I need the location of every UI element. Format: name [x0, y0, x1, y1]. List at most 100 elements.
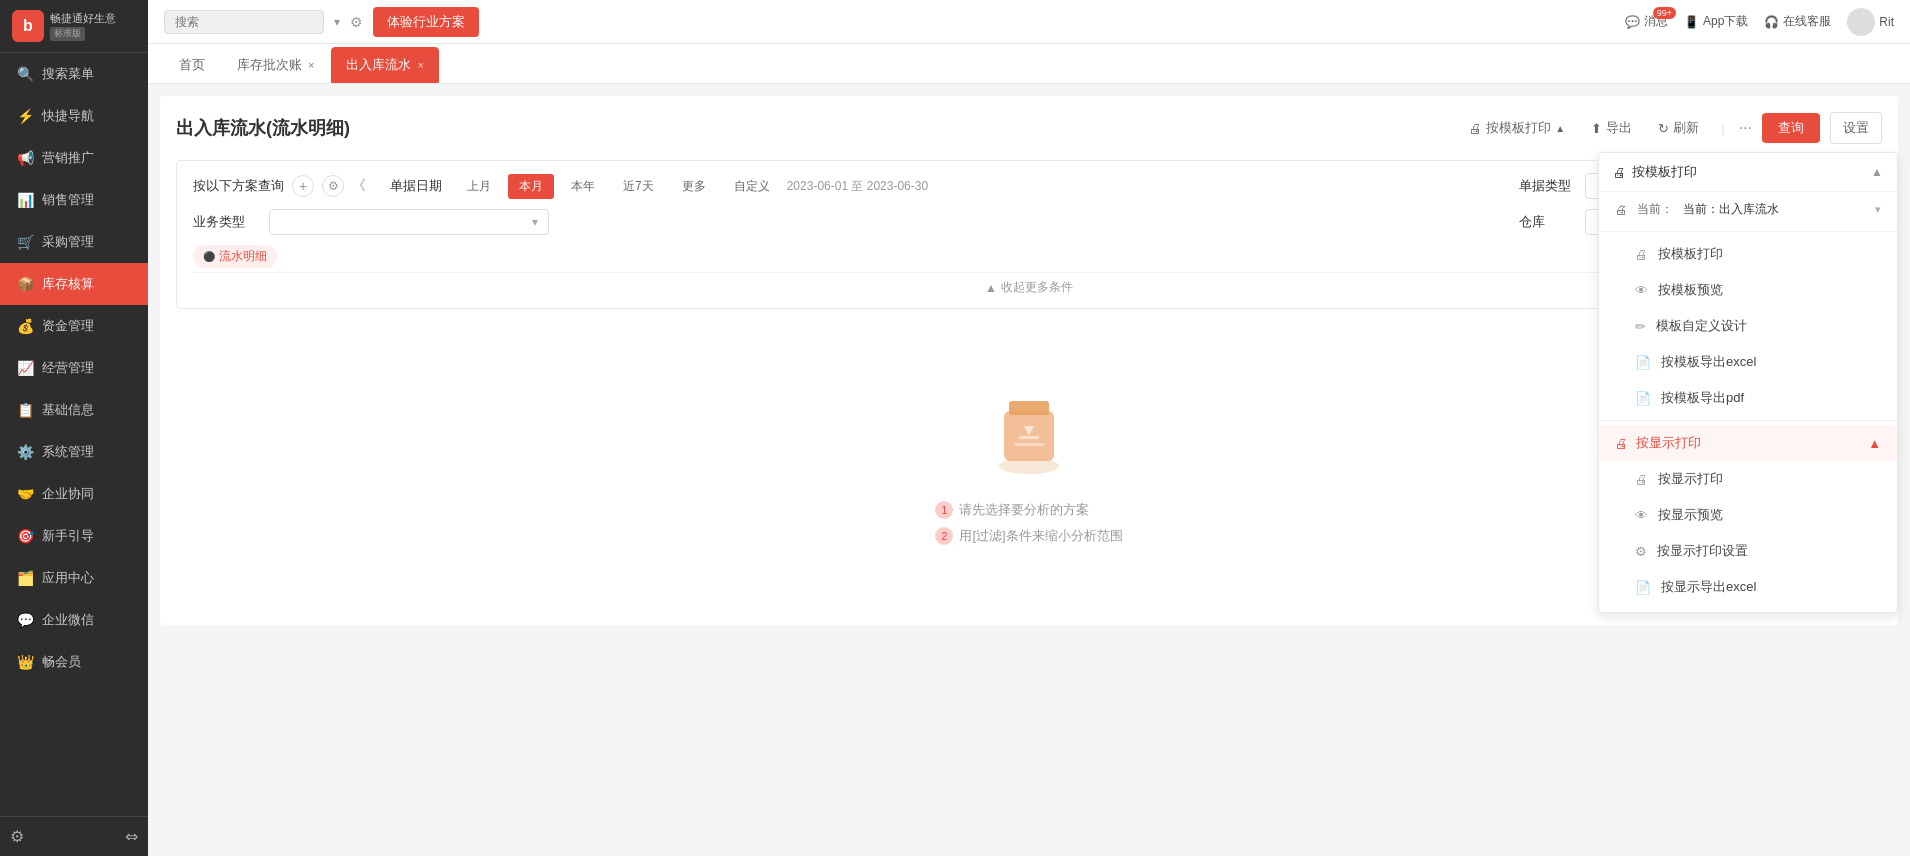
app-download-btn[interactable]: 📱 App下载 — [1684, 13, 1748, 30]
tab-close-flow[interactable]: × — [417, 59, 423, 71]
date-range: 2023-06-01 至 2023-06-30 — [787, 178, 928, 195]
sidebar-icon-purchase: 🛒 — [16, 233, 34, 251]
sidebar-label-inventory: 库存核算 — [42, 275, 94, 293]
sidebar-item-operation[interactable]: 📈 经营管理 — [0, 347, 148, 389]
date-tag-近7天[interactable]: 近7天 — [612, 174, 665, 199]
sub-filter-tag[interactable]: ⚫ 流水明细 — [193, 245, 277, 268]
filter-config-btn[interactable]: ⚙ — [322, 175, 344, 197]
sidebar-icon-basic: 📋 — [16, 401, 34, 419]
app-download-icon: 📱 — [1684, 15, 1699, 29]
empty-icon — [979, 381, 1079, 481]
tab-batch[interactable]: 库存批次账 × — [222, 47, 329, 83]
tab-flow[interactable]: 出入库流水× — [331, 47, 438, 83]
display-print-section-icon: 🖨 — [1615, 436, 1628, 451]
user-avatar-btn[interactable]: Rit — [1847, 8, 1894, 36]
filter-title: 按以下方案查询 — [193, 177, 284, 195]
sidebar-item-member[interactable]: 👑 畅会员 — [0, 641, 148, 683]
current-chevron-icon[interactable]: ▾ — [1875, 203, 1881, 216]
sidebar-label-system: 系统管理 — [42, 443, 94, 461]
sidebar-icon-system: ⚙️ — [16, 443, 34, 461]
dropdown-item-display-preview[interactable]: 👁 按显示预览 — [1599, 497, 1897, 533]
display-print-section-header[interactable]: 🖨 按显示打印 ▲ — [1599, 425, 1897, 461]
template-print-btn[interactable]: 🖨 按模板打印 ▲ — [1461, 115, 1573, 141]
date-tag-更多[interactable]: 更多 — [671, 174, 717, 199]
sidebar-item-collab[interactable]: 🤝 企业协同 — [0, 473, 148, 515]
business-type-select[interactable]: ▾ — [269, 209, 549, 235]
sidebar-logo: b 畅捷通好生意 标准版 — [0, 0, 148, 53]
template-custom-icon: ✏ — [1635, 319, 1646, 334]
settings-icon[interactable]: ⚙ — [10, 827, 24, 846]
template-preview-icon: 👁 — [1635, 283, 1648, 298]
main-area: ▾ ⚙ 体验行业方案 💬 消息 99+ 📱 App下载 🎧 在线客服 Rit — [148, 0, 1910, 856]
dropdown-item-template-pdf[interactable]: 📄 按模板导出pdf — [1599, 380, 1897, 416]
search-input[interactable] — [164, 10, 324, 34]
tabbar: 首页库存批次账×出入库流水× — [148, 44, 1910, 84]
sidebar-icon-finance: 💰 — [16, 317, 34, 335]
search-chevron-icon[interactable]: ▾ — [334, 15, 340, 29]
refresh-icon: ↻ — [1658, 121, 1669, 136]
sidebar-item-system[interactable]: ⚙️ 系统管理 — [0, 431, 148, 473]
dropdown-scroll: 🖨 当前： 当前：出入库流水 ▾ 🖨 按模板打印 👁 按模板预览 — [1599, 192, 1897, 612]
sidebar-item-marketing[interactable]: 📢 营销推广 — [0, 137, 148, 179]
query-btn[interactable]: 查询 — [1762, 113, 1820, 143]
sidebar-item-guide[interactable]: 🎯 新手引导 — [0, 515, 148, 557]
warehouse-label: 仓库 — [1519, 213, 1579, 231]
sidebar-item-wechat[interactable]: 💬 企业微信 — [0, 599, 148, 641]
sidebar-icon-quick: ⚡ — [16, 107, 34, 125]
sidebar-label-basic: 基础信息 — [42, 401, 94, 419]
template-print-icon: 🖨 — [1635, 247, 1648, 262]
tab-home[interactable]: 首页 — [164, 47, 220, 83]
date-tag-自定义[interactable]: 自定义 — [723, 174, 781, 199]
page-title: 出入库流水(流水明细) — [176, 116, 350, 140]
refresh-btn[interactable]: ↻ 刷新 — [1650, 115, 1707, 141]
arrow-up-icon: ▲ — [1555, 123, 1565, 134]
sub-filter-icon: ⚫ — [203, 251, 215, 262]
sidebar-icon-collab: 🤝 — [16, 485, 34, 503]
svg-rect-5 — [1014, 443, 1044, 446]
dropdown-item-display-print[interactable]: 🖨 按显示打印 — [1599, 461, 1897, 497]
settings-btn[interactable]: 设置 — [1830, 112, 1882, 144]
message-icon: 💬 — [1625, 15, 1640, 29]
date-tag-上月[interactable]: 上月 — [456, 174, 502, 199]
dropdown-item-template-excel[interactable]: 📄 按模板导出excel — [1599, 344, 1897, 380]
template-pdf-icon: 📄 — [1635, 391, 1651, 406]
export-btn[interactable]: ⬆ 导出 — [1583, 115, 1640, 141]
topbar-gear-icon[interactable]: ⚙ — [350, 14, 363, 30]
tab-close-batch[interactable]: × — [308, 59, 314, 71]
collapse-sidebar-icon[interactable]: ⇔ — [125, 827, 138, 846]
dropdown-item-template-print[interactable]: 🖨 按模板打印 — [1599, 236, 1897, 272]
sidebar-item-search[interactable]: 🔍 搜索菜单 — [0, 53, 148, 95]
dropdown-item-template-preview[interactable]: 👁 按模板预览 — [1599, 272, 1897, 308]
dropdown-item-display-pdf[interactable]: 📄 按显示导出pdf — [1599, 605, 1897, 612]
sidebar-item-quick[interactable]: ⚡ 快捷导航 — [0, 95, 148, 137]
sidebar-item-inventory[interactable]: 📦 库存核算 — [0, 263, 148, 305]
business-type-chevron-icon: ▾ — [532, 215, 538, 229]
business-type-label: 业务类型 — [193, 213, 253, 231]
online-service-btn[interactable]: 🎧 在线客服 — [1764, 13, 1831, 30]
sidebar-icon-marketing: 📢 — [16, 149, 34, 167]
sidebar-item-finance[interactable]: 💰 资金管理 — [0, 305, 148, 347]
filter-add-btn[interactable]: + — [292, 175, 314, 197]
dropdown-item-display-excel[interactable]: 📄 按显示导出excel — [1599, 569, 1897, 605]
more-actions-icon[interactable]: ··· — [1739, 119, 1752, 137]
chevron-up-icon: ▲ — [985, 281, 997, 295]
filter-collapse-icon[interactable]: 《 — [352, 177, 366, 195]
sidebar-item-basic[interactable]: 📋 基础信息 — [0, 389, 148, 431]
date-tag-本年[interactable]: 本年 — [560, 174, 606, 199]
display-print-icon: 🖨 — [1635, 472, 1648, 487]
sidebar-item-purchase[interactable]: 🛒 采购管理 — [0, 221, 148, 263]
sidebar-item-sales[interactable]: 📊 销售管理 — [0, 179, 148, 221]
page-actions: 🖨 按模板打印 ▲ ⬆ 导出 ↻ 刷新 | ··· 查询 设置 — [1461, 112, 1882, 144]
sidebar-label-operation: 经营管理 — [42, 359, 94, 377]
dropdown-collapse-icon[interactable]: ▲ — [1871, 165, 1883, 179]
tab-label-batch: 库存批次账 — [237, 56, 302, 74]
svg-rect-4 — [1019, 436, 1039, 439]
page: 出入库流水(流水明细) 🖨 按模板打印 ▲ ⬆ 导出 ↻ 刷新 — [160, 96, 1898, 625]
sidebar-item-appstore[interactable]: 🗂️ 应用中心 — [0, 557, 148, 599]
topbar-left: ▾ ⚙ 体验行业方案 — [164, 7, 479, 37]
trial-btn[interactable]: 体验行业方案 — [373, 7, 479, 37]
date-tag-本月[interactable]: 本月 — [508, 174, 554, 199]
dropdown-item-template-custom[interactable]: ✏ 模板自定义设计 — [1599, 308, 1897, 344]
message-btn[interactable]: 💬 消息 99+ — [1625, 13, 1668, 30]
dropdown-item-display-print-settings[interactable]: ⚙ 按显示打印设置 — [1599, 533, 1897, 569]
